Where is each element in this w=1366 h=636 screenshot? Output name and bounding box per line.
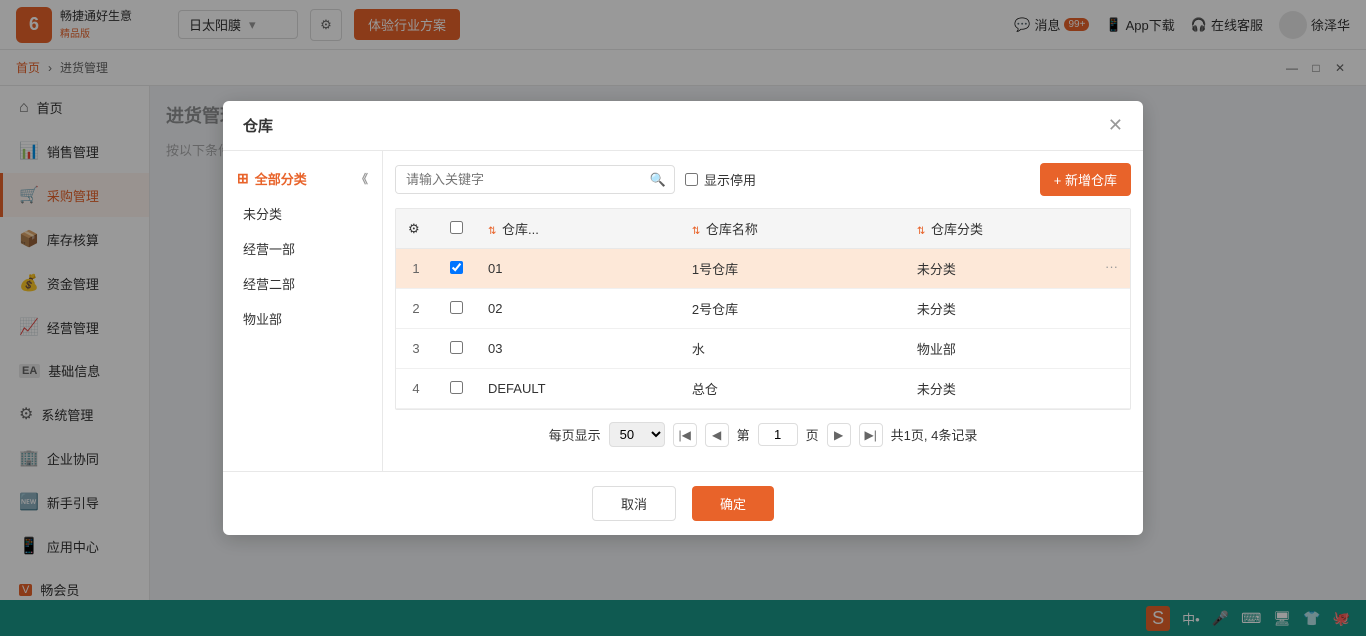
row-checkbox-cell[interactable] [436,329,476,369]
row-more-icon[interactable]: ··· [1105,259,1118,274]
modal-body: ⊞ 全部分类 《 未分类 经营一部 经营二部 物业部 🔍 [223,151,1143,471]
table-wrap: ⚙ ⇅ 仓库... ⇅ 仓库名称 [395,208,1131,410]
sort-icon: ⇅ [488,226,496,237]
modal-header: 仓库 ✕ [223,101,1143,151]
row-category: 未分类 [905,369,1130,409]
table-row[interactable]: 3 03 水 物业部 [396,329,1130,369]
left-panel: ⊞ 全部分类 《 未分类 经营一部 经营二部 物业部 [223,151,383,471]
row-checkbox-cell[interactable] [436,249,476,289]
grid-icon: ⊞ [237,170,249,187]
row-checkbox[interactable] [450,381,463,394]
row-num: 2 [396,289,436,329]
search-input[interactable] [396,166,642,193]
row-code: 03 [476,329,680,369]
col-check [436,209,476,249]
col-name[interactable]: ⇅ 仓库名称 [680,209,905,249]
row-name: 2号仓库 [680,289,905,329]
row-checkbox[interactable] [450,261,463,274]
toolbar: 🔍 显示停用 + 新增仓库 [395,163,1131,196]
warehouse-modal: 仓库 ✕ ⊞ 全部分类 《 未分类 经营一部 经营二部 物业部 [223,101,1143,535]
collapse-button[interactable]: 《 [356,170,368,187]
table-row[interactable]: 1 01 1号仓库 未分类··· [396,249,1130,289]
last-page-button[interactable]: ▶| [859,423,883,447]
row-category: 物业部 [905,329,1130,369]
warehouse-table: ⚙ ⇅ 仓库... ⇅ 仓库名称 [396,209,1130,409]
row-num: 4 [396,369,436,409]
show-disabled-checkbox[interactable] [685,173,698,186]
row-code: 01 [476,249,680,289]
col-gear: ⚙ [396,209,436,249]
category-property[interactable]: 物业部 [223,301,382,336]
table-header-row: ⚙ ⇅ 仓库... ⇅ 仓库名称 [396,209,1130,249]
row-name: 1号仓库 [680,249,905,289]
add-warehouse-button[interactable]: + 新增仓库 [1040,163,1131,196]
table-row[interactable]: 2 02 2号仓库 未分类 [396,289,1130,329]
category-dept2[interactable]: 经营二部 [223,266,382,301]
right-panel: 🔍 显示停用 + 新增仓库 ⚙ [383,151,1143,471]
page-size-select[interactable]: 50 100 [609,422,665,447]
modal-footer: 取消 确定 [223,471,1143,535]
cancel-button[interactable]: 取消 [592,486,676,521]
category-all[interactable]: ⊞ 全部分类 《 [223,161,382,196]
first-page-button[interactable]: |◀ [673,423,697,447]
search-box: 🔍 [395,165,675,194]
modal-title: 仓库 [243,115,273,136]
col-category[interactable]: ⇅ 仓库分类 [905,209,1130,249]
modal-overlay: 仓库 ✕ ⊞ 全部分类 《 未分类 经营一部 经营二部 物业部 [0,0,1366,636]
prev-page-button[interactable]: ◀ [705,423,729,447]
col-code[interactable]: ⇅ 仓库... [476,209,680,249]
category-dept1[interactable]: 经营一部 [223,231,382,266]
row-checkbox-cell[interactable] [436,289,476,329]
row-category: 未分类 [905,289,1130,329]
next-page-button[interactable]: ▶ [827,423,851,447]
row-code: 02 [476,289,680,329]
row-name: 水 [680,329,905,369]
select-all-checkbox[interactable] [450,221,463,234]
row-code: DEFAULT [476,369,680,409]
row-num: 3 [396,329,436,369]
row-checkbox[interactable] [450,301,463,314]
pagination: 每页显示 50 100 |◀ ◀ 第 1 页 ▶ ▶| 共1页, 4条记录 [395,410,1131,459]
row-category: 未分类··· [905,249,1130,289]
confirm-button[interactable]: 确定 [692,486,774,521]
row-checkbox-cell[interactable] [436,369,476,409]
row-num: 1 [396,249,436,289]
table-row[interactable]: 4 DEFAULT 总仓 未分类 [396,369,1130,409]
row-name: 总仓 [680,369,905,409]
sort-icon: ⇅ [692,226,700,237]
search-icon[interactable]: 🔍 [642,172,674,188]
page-input[interactable]: 1 [758,423,798,446]
show-disabled-toggle[interactable]: 显示停用 [685,170,756,189]
modal-close-button[interactable]: ✕ [1108,115,1123,136]
row-checkbox[interactable] [450,341,463,354]
category-unclassified[interactable]: 未分类 [223,196,382,231]
sort-icon: ⇅ [917,226,925,237]
